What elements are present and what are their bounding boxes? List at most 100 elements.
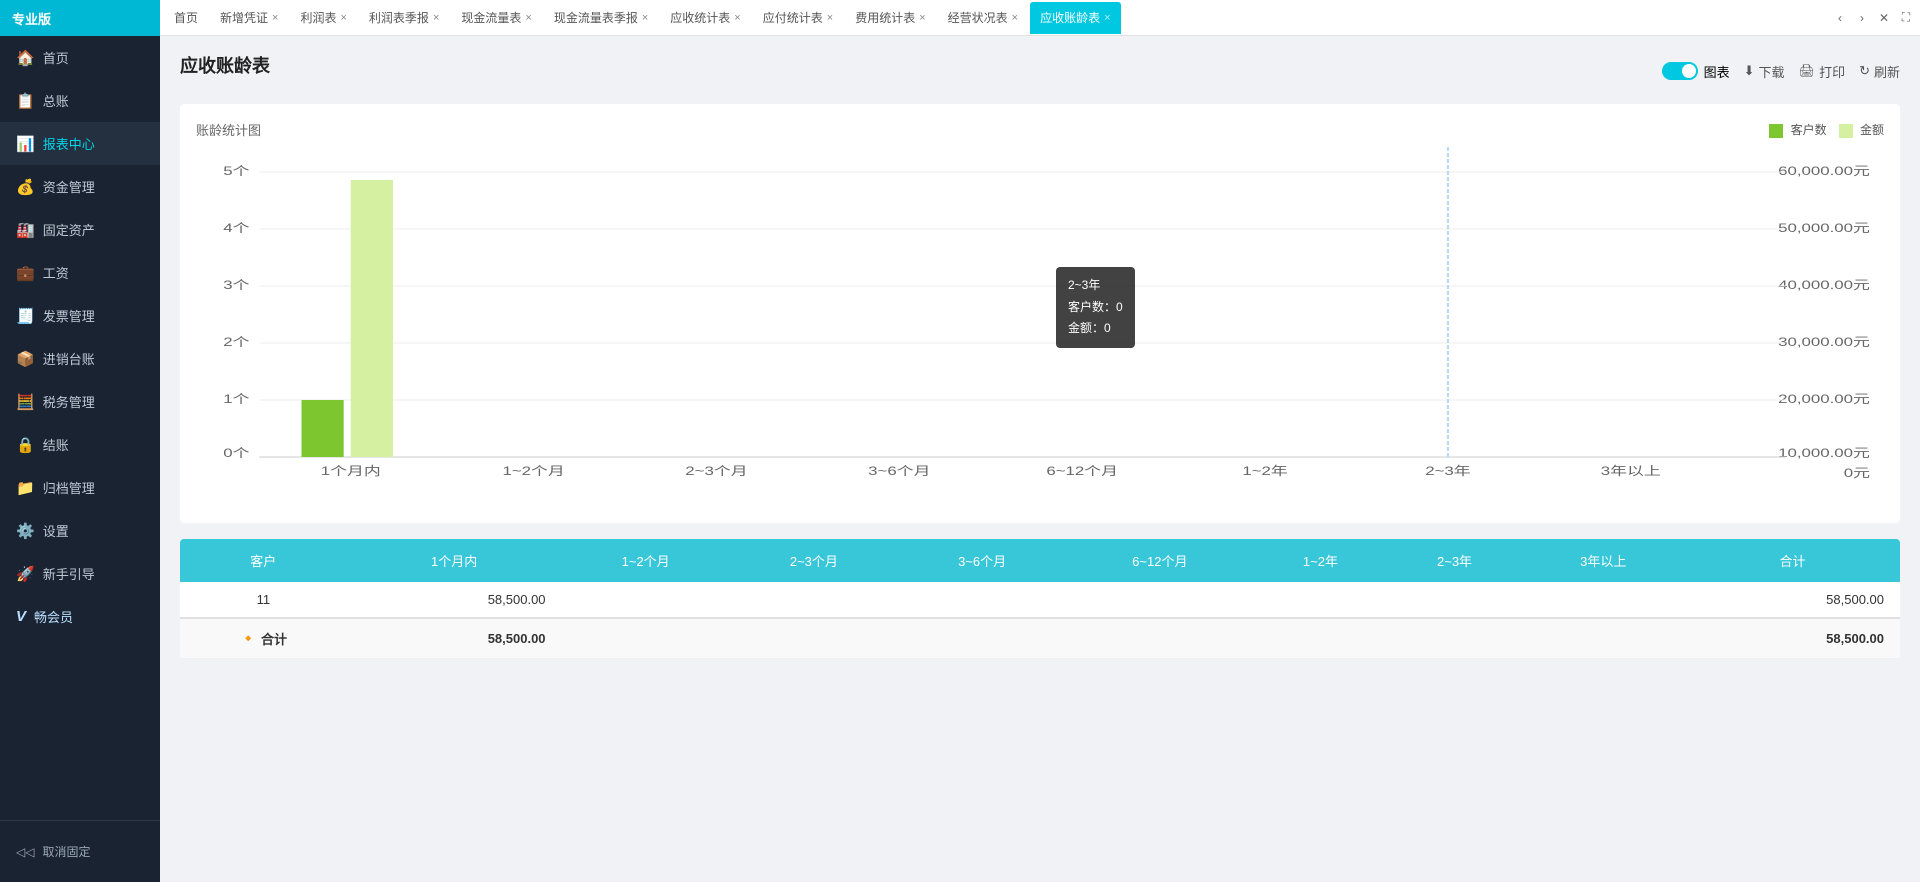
home-icon: 🏠 bbox=[16, 49, 35, 67]
tab-bar-right: ‹ › ✕ ⛶ bbox=[1830, 8, 1916, 28]
tab-voucher-close[interactable]: × bbox=[272, 12, 278, 24]
funds-icon: 💰 bbox=[16, 178, 35, 196]
tab-profit-q-close[interactable]: × bbox=[433, 12, 439, 24]
archive-icon: 📁 bbox=[16, 479, 35, 497]
cell-total: 58,500.00 bbox=[1685, 582, 1900, 618]
th-y12: 1~2年 bbox=[1253, 539, 1387, 582]
ledger-icon: 📋 bbox=[16, 92, 35, 110]
tab-scroll-left[interactable]: ‹ bbox=[1830, 8, 1850, 28]
th-customer: 客户 bbox=[180, 539, 347, 582]
sidebar-item-tax[interactable]: 🧮 税务管理 bbox=[0, 380, 160, 423]
sidebar-item-assets[interactable]: 🏭 固定资产 bbox=[0, 208, 160, 251]
refresh-button[interactable]: ↻ 刷新 bbox=[1859, 62, 1900, 81]
cell-total-m23 bbox=[730, 618, 898, 659]
sidebar-item-reports[interactable]: 📊 报表中心 bbox=[0, 122, 160, 165]
th-y3plus: 3年以上 bbox=[1522, 539, 1685, 582]
th-m23: 2~3个月 bbox=[730, 539, 898, 582]
tab-close-all[interactable]: ✕ bbox=[1874, 8, 1894, 28]
total-icon: 🔸 bbox=[240, 630, 257, 647]
tab-cashflow-close[interactable]: × bbox=[525, 12, 531, 24]
table-total-row: 🔸 合计 58,500.00 58,500.00 bbox=[180, 618, 1900, 659]
tab-profit-close[interactable]: × bbox=[340, 12, 346, 24]
svg-text:1个月内: 1个月内 bbox=[321, 464, 381, 478]
legend-amount: 金额 bbox=[1839, 121, 1884, 138]
tab-expense-close[interactable]: × bbox=[919, 12, 925, 24]
tab-ar-aging[interactable]: 应收账龄表 × bbox=[1030, 2, 1120, 34]
table-row: 11 58,500.00 58,500.00 bbox=[180, 582, 1900, 618]
th-m12: 1~2个月 bbox=[562, 539, 730, 582]
toggle-track[interactable] bbox=[1662, 62, 1698, 80]
chart-toggle[interactable]: 图表 bbox=[1662, 62, 1730, 81]
tab-home[interactable]: 首页 bbox=[164, 2, 208, 34]
sidebar-item-salary[interactable]: 💼 工资 bbox=[0, 251, 160, 294]
sidebar-item-archive[interactable]: 📁 归档管理 bbox=[0, 466, 160, 509]
svg-text:6~12个月: 6~12个月 bbox=[1046, 464, 1118, 478]
cell-m36 bbox=[898, 582, 1066, 618]
unpin-button[interactable]: ◁◁ 取消固定 bbox=[0, 831, 160, 872]
chart-svg: 5个 4个 3个 2个 1个 0个 60,000.00元 50,000.00元 … bbox=[196, 147, 1884, 487]
tab-biz-status[interactable]: 经营状况表 × bbox=[938, 2, 1028, 34]
tab-ap-stat[interactable]: 应付统计表 × bbox=[753, 2, 843, 34]
th-m1: 1个月内 bbox=[347, 539, 562, 582]
refresh-icon: ↻ bbox=[1859, 63, 1870, 79]
sidebar-item-invoice[interactable]: 🧾 发票管理 bbox=[0, 294, 160, 337]
cell-total-m612 bbox=[1066, 618, 1253, 659]
tab-profit[interactable]: 利润表 × bbox=[290, 2, 356, 34]
reports-icon: 📊 bbox=[16, 135, 35, 153]
tab-ar-aging-close[interactable]: × bbox=[1104, 12, 1110, 24]
tab-ap-stat-close[interactable]: × bbox=[827, 12, 833, 24]
svg-text:2~3年: 2~3年 bbox=[1425, 464, 1470, 478]
tab-voucher[interactable]: 新增凭证 × bbox=[210, 2, 288, 34]
svg-text:50,000.00元: 50,000.00元 bbox=[1778, 222, 1870, 235]
tab-biz-status-close[interactable]: × bbox=[1012, 12, 1018, 24]
th-y23: 2~3年 bbox=[1388, 539, 1522, 582]
app-logo: 专业版 bbox=[0, 0, 160, 36]
legend-customer-dot bbox=[1769, 124, 1783, 138]
legend-amount-dot bbox=[1839, 124, 1853, 138]
cell-m23 bbox=[730, 582, 898, 618]
cell-total-sum: 58,500.00 bbox=[1685, 618, 1900, 659]
sidebar-item-funds[interactable]: 💰 资金管理 bbox=[0, 165, 160, 208]
th-m36: 3~6个月 bbox=[898, 539, 1066, 582]
chart-card: 账龄统计图 客户数 金额 5个 4个 bbox=[180, 104, 1900, 523]
bar-amount-0 bbox=[351, 180, 393, 457]
sidebar-item-closing[interactable]: 🔒 结账 bbox=[0, 423, 160, 466]
tab-cashflow-q-close[interactable]: × bbox=[642, 12, 648, 24]
legend-customer: 客户数 bbox=[1769, 121, 1826, 138]
data-table: 客户 1个月内 1~2个月 2~3个月 3~6个月 6~12个月 1~2年 2~… bbox=[180, 539, 1900, 659]
sidebar-item-guide[interactable]: 🚀 新手引导 bbox=[0, 552, 160, 595]
assets-icon: 🏭 bbox=[16, 221, 35, 239]
svg-text:1~2年: 1~2年 bbox=[1242, 464, 1287, 478]
print-button[interactable]: 🖨 打印 bbox=[1799, 62, 1846, 81]
sidebar-item-home[interactable]: 🏠 首页 bbox=[0, 36, 160, 79]
sidebar-item-ledger[interactable]: 📋 总账 bbox=[0, 79, 160, 122]
cell-y23 bbox=[1388, 582, 1522, 618]
cell-total-y23 bbox=[1388, 618, 1522, 659]
tab-profit-q[interactable]: 利润表季报 × bbox=[359, 2, 449, 34]
main-content: 首页 新增凭证 × 利润表 × 利润表季报 × 现金流量表 × 现金流量表季报 … bbox=[160, 0, 1920, 882]
tab-ar-stat[interactable]: 应收统计表 × bbox=[660, 2, 750, 34]
toggle-label: 图表 bbox=[1704, 62, 1730, 81]
download-icon: ⬇ bbox=[1744, 63, 1755, 79]
tab-scroll-right[interactable]: › bbox=[1852, 8, 1872, 28]
cell-total-m1: 58,500.00 bbox=[347, 618, 562, 659]
sidebar-item-member[interactable]: V 畅会员 bbox=[0, 595, 160, 638]
tab-expense[interactable]: 费用统计表 × bbox=[845, 2, 935, 34]
tab-maximize[interactable]: ⛶ bbox=[1896, 8, 1916, 28]
svg-text:3个: 3个 bbox=[223, 278, 250, 292]
th-m612: 6~12个月 bbox=[1066, 539, 1253, 582]
sidebar-item-settings[interactable]: ⚙️ 设置 bbox=[0, 509, 160, 552]
cell-m12 bbox=[562, 582, 730, 618]
toggle-thumb bbox=[1682, 64, 1696, 78]
table-header-row: 客户 1个月内 1~2个月 2~3个月 3~6个月 6~12个月 1~2年 2~… bbox=[180, 539, 1900, 582]
tab-bar: 首页 新增凭证 × 利润表 × 利润表季报 × 现金流量表 × 现金流量表季报 … bbox=[160, 0, 1920, 36]
settings-icon: ⚙️ bbox=[16, 522, 35, 540]
svg-text:2个: 2个 bbox=[223, 335, 250, 349]
tab-cashflow-q[interactable]: 现金流量表季报 × bbox=[544, 2, 658, 34]
sidebar-item-purchase[interactable]: 📦 进销台账 bbox=[0, 337, 160, 380]
cell-total-y12 bbox=[1253, 618, 1387, 659]
svg-text:10,000.00元: 10,000.00元 bbox=[1778, 447, 1870, 460]
tab-ar-stat-close[interactable]: × bbox=[734, 12, 740, 24]
tab-cashflow[interactable]: 现金流量表 × bbox=[451, 2, 541, 34]
download-button[interactable]: ⬇ 下载 bbox=[1744, 62, 1785, 81]
